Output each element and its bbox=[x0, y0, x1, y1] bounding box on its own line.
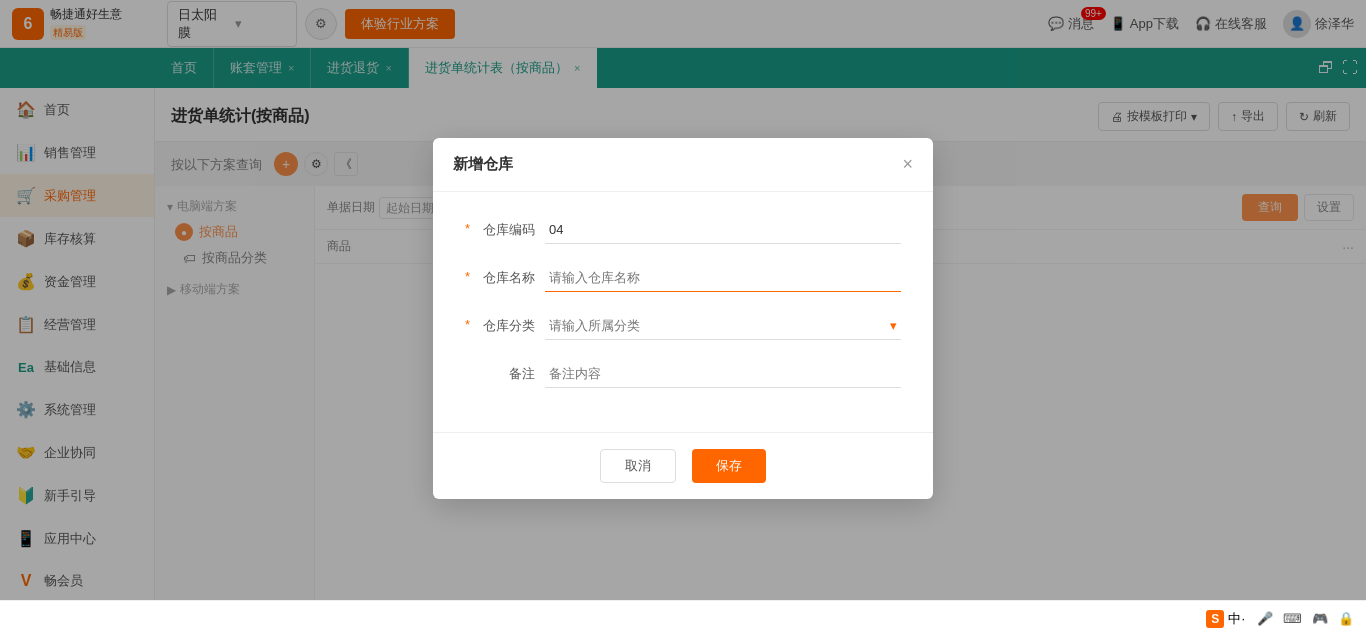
modal-footer: 取消 保存 bbox=[433, 432, 933, 499]
remark-label: 备注 bbox=[465, 365, 545, 383]
bottom-label: 中· bbox=[1228, 610, 1245, 628]
add-warehouse-modal: 新增仓库 × 仓库编码 仓库名称 仓库分类 ▾ bbox=[433, 138, 933, 499]
close-icon[interactable]: × bbox=[902, 154, 913, 175]
keyboard-icon[interactable]: ⌨ bbox=[1283, 611, 1302, 626]
code-input[interactable] bbox=[545, 216, 901, 244]
name-label: 仓库名称 bbox=[465, 269, 545, 287]
bottom-s-logo: S bbox=[1206, 610, 1224, 628]
category-row: 仓库分类 ▾ bbox=[465, 312, 901, 340]
name-input[interactable] bbox=[545, 264, 901, 292]
code-label: 仓库编码 bbox=[465, 221, 545, 239]
modal-header: 新增仓库 × bbox=[433, 138, 933, 192]
modal-body: 仓库编码 仓库名称 仓库分类 ▾ 备注 bbox=[433, 192, 933, 432]
category-select-wrap[interactable]: ▾ bbox=[545, 312, 901, 340]
bottom-logo: S 中· bbox=[1206, 610, 1245, 628]
category-label: 仓库分类 bbox=[465, 317, 545, 335]
remark-row: 备注 bbox=[465, 360, 901, 388]
category-arrow-icon: ▾ bbox=[890, 318, 897, 333]
name-row: 仓库名称 bbox=[465, 264, 901, 292]
save-button[interactable]: 保存 bbox=[692, 449, 766, 483]
cancel-button[interactable]: 取消 bbox=[600, 449, 676, 483]
game-icon[interactable]: 🎮 bbox=[1312, 611, 1328, 626]
lock-icon[interactable]: 🔒 bbox=[1338, 611, 1354, 626]
code-row: 仓库编码 bbox=[465, 216, 901, 244]
modal-overlay: 新增仓库 × 仓库编码 仓库名称 仓库分类 ▾ bbox=[0, 0, 1366, 636]
bottom-icons: 🎤 ⌨ 🎮 🔒 bbox=[1257, 611, 1354, 626]
category-input[interactable] bbox=[549, 318, 890, 333]
microphone-icon[interactable]: 🎤 bbox=[1257, 611, 1273, 626]
bottom-bar: S 中· 🎤 ⌨ 🎮 🔒 bbox=[0, 600, 1366, 636]
modal-title: 新增仓库 bbox=[453, 155, 513, 174]
remark-input[interactable] bbox=[545, 360, 901, 388]
